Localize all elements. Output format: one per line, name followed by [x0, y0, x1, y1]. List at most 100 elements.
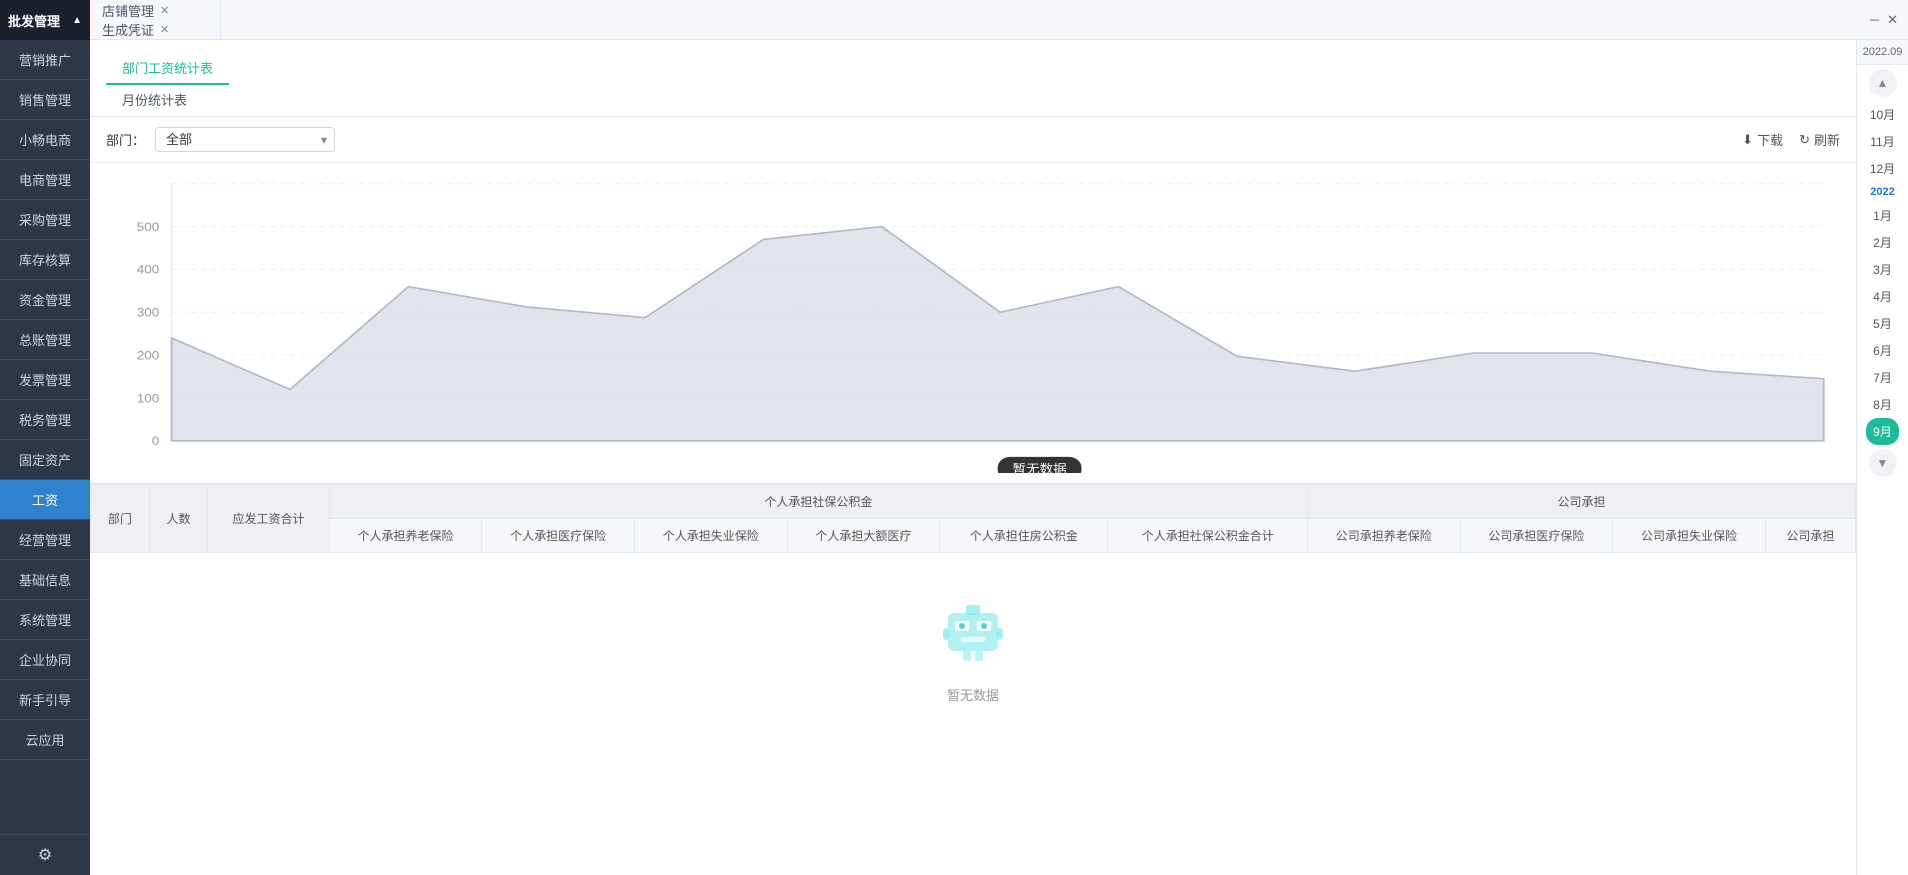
- page-body: 部门工资统计表月份统计表 部门： 全部 ⬇ 下载: [90, 40, 1856, 875]
- inner-tabs: 部门工资统计表月份统计表: [90, 40, 1856, 117]
- area-chart-fill: [172, 227, 1824, 441]
- download-button[interactable]: ⬇ 下载: [1742, 130, 1783, 149]
- svg-text:0: 0: [152, 435, 160, 448]
- settings-button[interactable]: ⚙: [0, 834, 90, 875]
- date-month-4月[interactable]: 4月: [1866, 283, 1899, 310]
- col-company-unemployment: 公司承担失业保险: [1613, 519, 1766, 553]
- table-wrapper[interactable]: 部门 人数 应发工资合计 个人承担社保公积金 公司承担 个人承担养老保险 个人承…: [90, 483, 1856, 875]
- tab-close-icon[interactable]: ✕: [160, 23, 169, 36]
- sidebar-item-基础信息[interactable]: 基础信息: [0, 560, 90, 600]
- col-personal-medical: 个人承担医疗保险: [482, 519, 635, 553]
- date-panel-header: 2022.09: [1857, 40, 1908, 65]
- sidebar: 批发管理 ▲ 营销推广销售管理小畅电商电商管理采购管理库存核算资金管理总账管理发…: [0, 0, 90, 875]
- date-month-1月[interactable]: 1月: [1866, 202, 1899, 229]
- col-personal-housing: 个人承担住房公积金: [940, 519, 1108, 553]
- svg-text:100: 100: [137, 392, 160, 405]
- svg-text:400: 400: [137, 264, 160, 277]
- sidebar-item-企业协同[interactable]: 企业协同: [0, 640, 90, 680]
- col-total-salary: 应发工资合计: [208, 485, 329, 553]
- window-close-icon[interactable]: ✕: [1887, 12, 1898, 28]
- date-year-label[interactable]: 2022: [1866, 182, 1899, 202]
- window-minimize-icon[interactable]: ─: [1870, 12, 1879, 27]
- content-area: 部门工资统计表月份统计表 部门： 全部 ⬇ 下载: [90, 40, 1908, 875]
- sidebar-item-销售管理[interactable]: 销售管理: [0, 80, 90, 120]
- download-icon: ⬇: [1742, 132, 1753, 148]
- tab-店铺管理[interactable]: 店铺管理 ✕: [90, 1, 221, 20]
- sidebar-item-资金管理[interactable]: 资金管理: [0, 280, 90, 320]
- settings-icon: ⚙: [38, 847, 52, 864]
- col-personal-major-medical: 个人承担大额医疗: [787, 519, 940, 553]
- col-dept: 部门: [91, 485, 150, 553]
- col-company-social: 公司承担: [1308, 485, 1856, 519]
- col-personal-social: 个人承担社保公积金: [329, 485, 1307, 519]
- sidebar-item-经营管理[interactable]: 经营管理: [0, 520, 90, 560]
- tab-生成凭证[interactable]: 生成凭证 ✕: [90, 20, 221, 39]
- date-month-9月[interactable]: 9月: [1866, 418, 1899, 445]
- date-month-12月[interactable]: 12月: [1866, 155, 1899, 182]
- sidebar-item-固定资产[interactable]: 固定资产: [0, 440, 90, 480]
- inner-tab-月份统计表[interactable]: 月份统计表: [106, 84, 229, 117]
- sidebar-item-新手引导[interactable]: 新手引导: [0, 680, 90, 720]
- svg-text:200: 200: [137, 349, 160, 362]
- tab-bar: 首页门店商品目录✕销售单✕店铺管理✕生成凭证✕应收应付调整单✕工资表✕工资统计报…: [90, 0, 1908, 40]
- tab-bar-end: ─ ✕: [1860, 12, 1908, 28]
- tab-label: 店铺管理: [102, 1, 154, 20]
- sidebar-item-采购管理[interactable]: 采购管理: [0, 200, 90, 240]
- date-month-6月[interactable]: 6月: [1866, 337, 1899, 364]
- sidebar-title: 批发管理: [8, 11, 60, 30]
- svg-text:500: 500: [137, 221, 160, 234]
- date-panel: 2022.09 ▲ 10月11月12月20221月2月3月4月5月6月7月8月9…: [1856, 40, 1908, 875]
- sidebar-item-工资[interactable]: 工资: [0, 480, 90, 520]
- tab-close-icon[interactable]: ✕: [160, 4, 169, 17]
- col-company-other: 公司承担: [1765, 519, 1855, 553]
- empty-text: 暂无数据: [947, 685, 999, 704]
- dept-select[interactable]: 全部: [155, 127, 335, 152]
- inner-tab-部门工资统计表[interactable]: 部门工资统计表: [106, 52, 229, 85]
- sidebar-item-税务管理[interactable]: 税务管理: [0, 400, 90, 440]
- svg-text:300: 300: [137, 306, 160, 319]
- date-month-11月[interactable]: 11月: [1866, 128, 1899, 155]
- refresh-button[interactable]: ↻ 刷新: [1799, 130, 1840, 149]
- date-month-10月[interactable]: 10月: [1866, 101, 1899, 128]
- col-count: 人数: [149, 485, 208, 553]
- date-nav-down[interactable]: ▼: [1869, 449, 1897, 477]
- date-month-5月[interactable]: 5月: [1866, 310, 1899, 337]
- col-personal-pension: 个人承担养老保险: [329, 519, 482, 553]
- refresh-label: 刷新: [1814, 130, 1840, 149]
- toolbar-actions: ⬇ 下载 ↻ 刷新: [1742, 130, 1840, 149]
- dept-filter: 部门： 全部: [106, 127, 335, 152]
- date-month-3月[interactable]: 3月: [1866, 256, 1899, 283]
- date-month-7月[interactable]: 7月: [1866, 364, 1899, 391]
- dept-select-wrapper: 全部: [155, 127, 335, 152]
- main-area: 首页门店商品目录✕销售单✕店铺管理✕生成凭证✕应收应付调整单✕工资表✕工资统计报…: [90, 0, 1908, 875]
- empty-icon: [933, 593, 1013, 673]
- date-nav-up[interactable]: ▲: [1869, 69, 1897, 97]
- empty-state: 暂无数据: [90, 553, 1856, 744]
- sidebar-item-总账管理[interactable]: 总账管理: [0, 320, 90, 360]
- chart-tooltip-text: 暂无数据: [1012, 463, 1067, 473]
- sidebar-collapse-icon[interactable]: ▲: [72, 15, 82, 26]
- dept-label: 部门：: [106, 130, 145, 149]
- col-personal-unemployment: 个人承担失业保险: [634, 519, 787, 553]
- col-company-medical: 公司承担医疗保险: [1460, 519, 1613, 553]
- tab-label: 生成凭证: [102, 20, 154, 39]
- sidebar-item-营销推广[interactable]: 营销推广: [0, 40, 90, 80]
- refresh-icon: ↻: [1799, 132, 1810, 148]
- sidebar-item-系统管理[interactable]: 系统管理: [0, 600, 90, 640]
- date-months-container: 10月11月12月20221月2月3月4月5月6月7月8月9月: [1866, 101, 1899, 445]
- sidebar-item-小畅电商[interactable]: 小畅电商: [0, 120, 90, 160]
- sidebar-header[interactable]: 批发管理 ▲: [0, 0, 90, 40]
- sidebar-item-发票管理[interactable]: 发票管理: [0, 360, 90, 400]
- sidebar-item-库存核算[interactable]: 库存核算: [0, 240, 90, 280]
- tab-items-container: 首页门店商品目录✕销售单✕店铺管理✕生成凭证✕应收应付调整单✕工资表✕工资统计报…: [90, 0, 221, 40]
- download-label: 下载: [1757, 130, 1783, 149]
- col-personal-total: 个人承担社保公积金合计: [1108, 519, 1308, 553]
- inner-tab-items: 部门工资统计表月份统计表: [106, 52, 229, 116]
- sidebar-item-云应用[interactable]: 云应用: [0, 720, 90, 760]
- date-month-2月[interactable]: 2月: [1866, 229, 1899, 256]
- sidebar-items-container: 营销推广销售管理小畅电商电商管理采购管理库存核算资金管理总账管理发票管理税务管理…: [0, 40, 90, 760]
- col-company-pension: 公司承担养老保险: [1308, 519, 1461, 553]
- sidebar-item-电商管理[interactable]: 电商管理: [0, 160, 90, 200]
- area-chart: 0 100 200 300 400 500 暂无数据: [110, 173, 1836, 473]
- date-month-8月[interactable]: 8月: [1866, 391, 1899, 418]
